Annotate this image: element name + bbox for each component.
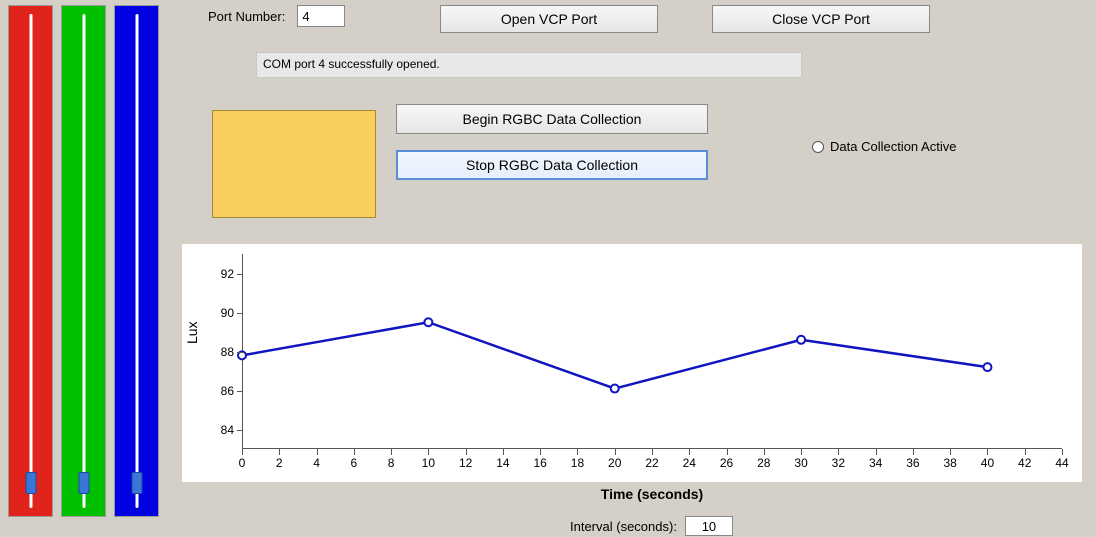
x-tick-label: 2 — [276, 456, 283, 470]
slider-track — [135, 14, 138, 508]
slider-thumb[interactable] — [25, 472, 36, 494]
x-tick-label: 12 — [459, 456, 472, 470]
slider-thumb[interactable] — [78, 472, 89, 494]
x-tick-label: 26 — [720, 456, 733, 470]
open-vcp-button[interactable]: Open VCP Port — [440, 5, 658, 33]
color-preview-swatch — [212, 110, 376, 218]
radio-label: Data Collection Active — [830, 139, 956, 154]
close-vcp-button[interactable]: Close VCP Port — [712, 5, 930, 33]
green-slider[interactable] — [61, 5, 106, 517]
port-number-input[interactable] — [297, 5, 345, 27]
x-tick-label: 10 — [422, 456, 435, 470]
x-tick-label: 28 — [757, 456, 770, 470]
data-collection-active-radio[interactable]: Data Collection Active — [808, 135, 970, 158]
x-tick-label: 6 — [350, 456, 357, 470]
y-tick-label: 92 — [182, 267, 234, 281]
y-tick-label: 90 — [182, 306, 234, 320]
x-tick-label: 16 — [533, 456, 546, 470]
x-tick-label: 0 — [239, 456, 246, 470]
x-tick-label: 20 — [608, 456, 621, 470]
x-axis-label: Time (seconds) — [601, 486, 703, 502]
x-tick-label: 14 — [496, 456, 509, 470]
x-tick-label: 22 — [645, 456, 658, 470]
interval-input[interactable] — [685, 516, 733, 536]
x-tick-label: 36 — [906, 456, 919, 470]
chart-line — [242, 254, 1062, 449]
stop-collection-button[interactable]: Stop RGBC Data Collection — [396, 150, 708, 180]
x-tick-label: 18 — [571, 456, 584, 470]
x-tick-label: 34 — [869, 456, 882, 470]
x-tick-label: 42 — [1018, 456, 1031, 470]
y-tick-label: 84 — [182, 423, 234, 437]
x-tick-label: 44 — [1055, 456, 1068, 470]
x-tick-label: 38 — [943, 456, 956, 470]
red-slider[interactable] — [8, 5, 53, 517]
begin-collection-button[interactable]: Begin RGBC Data Collection — [396, 104, 708, 134]
slider-track — [82, 14, 85, 508]
y-axis-label: Lux — [184, 321, 200, 344]
blue-slider[interactable] — [114, 5, 159, 517]
slider-track — [29, 14, 32, 508]
y-tick-label: 86 — [182, 384, 234, 398]
x-tick-label: 4 — [313, 456, 320, 470]
x-tick-label: 24 — [683, 456, 696, 470]
x-tick-label: 30 — [794, 456, 807, 470]
x-tick-label: 40 — [981, 456, 994, 470]
x-tick-label: 32 — [832, 456, 845, 470]
port-number-label: Port Number: — [208, 9, 285, 24]
interval-label: Interval (seconds): — [570, 519, 677, 534]
lux-chart: Lux 8486889092 0246810121416182022242628… — [182, 244, 1082, 482]
y-tick-label: 88 — [182, 345, 234, 359]
slider-thumb[interactable] — [131, 472, 142, 494]
status-message: COM port 4 successfully opened. — [256, 52, 802, 78]
x-tick-label: 8 — [388, 456, 395, 470]
radio-icon — [812, 141, 824, 153]
